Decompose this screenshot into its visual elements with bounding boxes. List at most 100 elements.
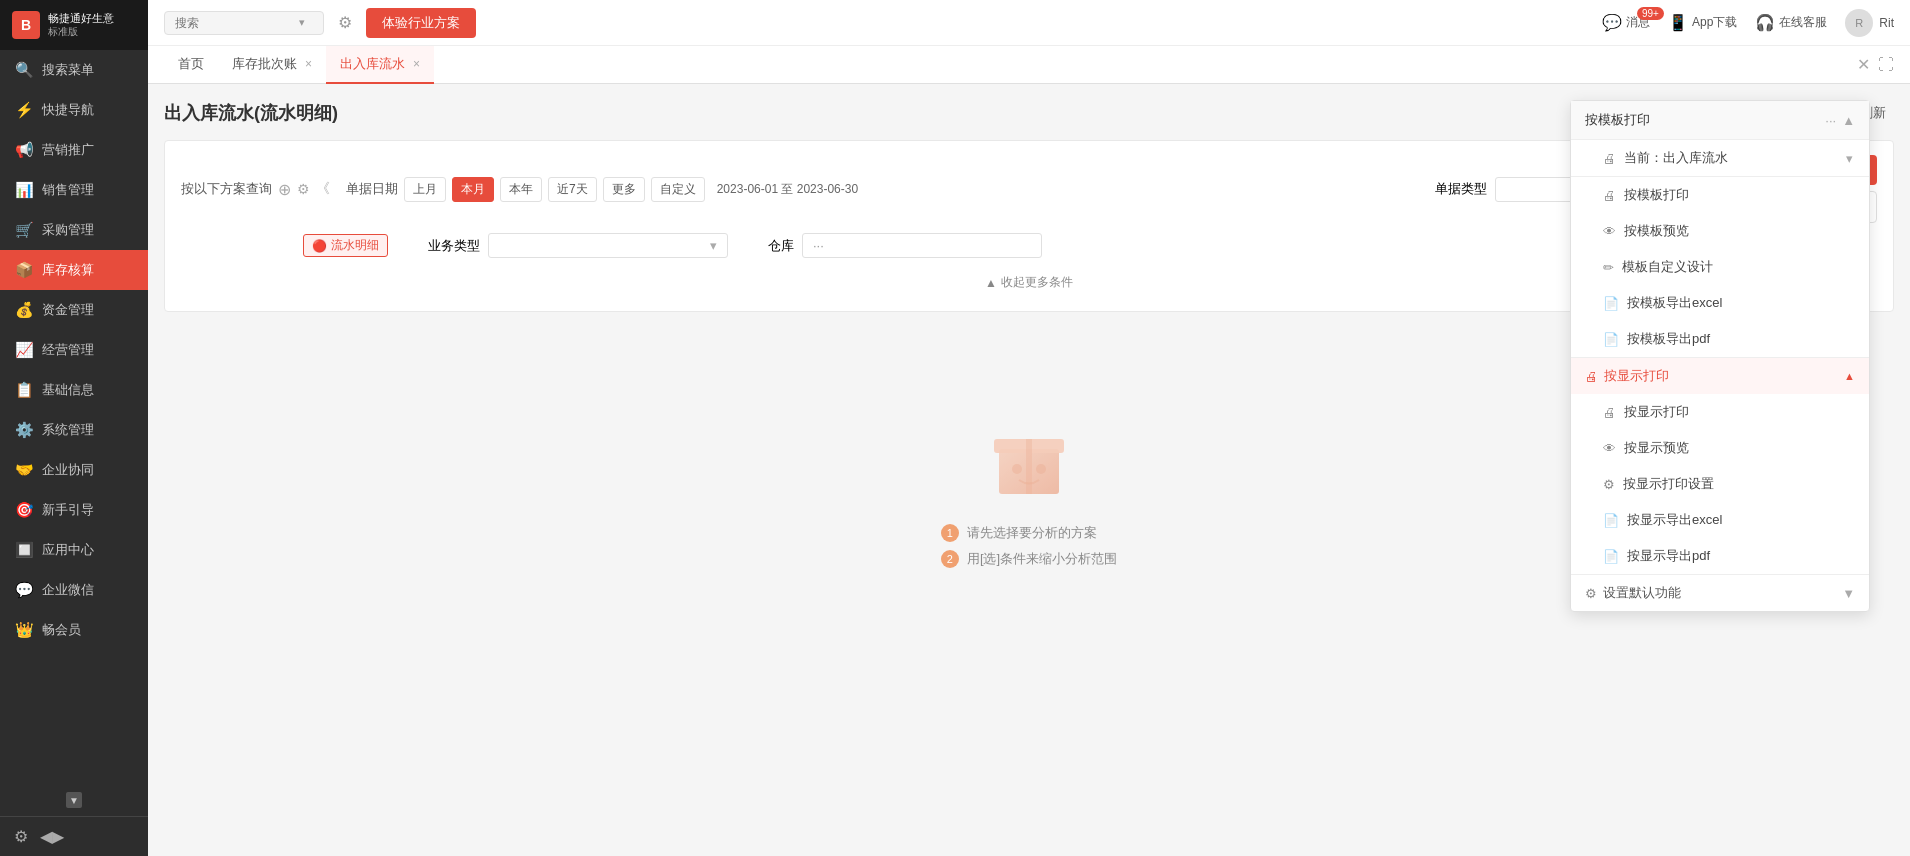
dropdown-item-export-excel-template[interactable]: 📄 按模板导出excel xyxy=(1571,285,1869,321)
step-2-num: 2 xyxy=(941,550,959,568)
tab-batch-account-label: 库存批次账 xyxy=(232,55,297,73)
current-expand-icon: ▾ xyxy=(1846,151,1853,166)
sidebar-item-marketing[interactable]: 📢 营销推广 xyxy=(0,130,148,170)
dropdown-current-item[interactable]: 🖨 当前：出入库流水 ▾ xyxy=(1571,140,1869,176)
topbar-search-wrap[interactable]: ▾ xyxy=(164,11,324,35)
print-template-item-label: 按模板打印 xyxy=(1624,186,1689,204)
sidebar-item-label-wechat: 企业微信 xyxy=(42,581,94,599)
sidebar-bottom: ⚙ ◀▶ xyxy=(0,816,148,856)
sidebar-toggle-icon[interactable]: ◀▶ xyxy=(40,827,64,846)
tab-home-label: 首页 xyxy=(178,55,204,73)
date-btn-last-7[interactable]: 近7天 xyxy=(548,177,597,202)
settings-icon[interactable]: ⚙ xyxy=(14,827,28,846)
filter-collapse-icon[interactable]: 《 xyxy=(316,180,330,198)
template-items-section: 🖨 按模板打印 👁 按模板预览 ✏ 模板自定义设计 📄 按模板导出excel 📄… xyxy=(1571,176,1869,357)
sidebar-item-quick-nav[interactable]: ⚡ 快捷导航 xyxy=(0,90,148,130)
tab-inout-flow[interactable]: 出入库流水 × xyxy=(326,46,434,84)
dropdown-item-print-display[interactable]: 🖨 按显示打印 xyxy=(1571,394,1869,430)
export-pdf-template-label: 按模板导出pdf xyxy=(1627,330,1710,348)
sidebar-scroll: 🔍 搜索菜单 ⚡ 快捷导航 📢 营销推广 📊 销售管理 🛒 采购管理 📦 库存核… xyxy=(0,50,148,788)
dropdown-title: 按模板打印 xyxy=(1585,111,1650,129)
online-service-btn[interactable]: 🎧 在线客服 xyxy=(1755,13,1827,32)
tab-batch-account[interactable]: 库存批次账 × xyxy=(218,46,326,84)
dropdown-item-print-settings-display[interactable]: ⚙ 按显示打印设置 xyxy=(1571,466,1869,502)
dropdown-more-icon[interactable]: ··· xyxy=(1825,113,1836,128)
industry-btn[interactable]: 体验行业方案 xyxy=(366,8,476,38)
sidebar-item-finance[interactable]: 💰 资金管理 xyxy=(0,290,148,330)
tab-home[interactable]: 首页 xyxy=(164,46,218,84)
sidebar-item-label-inventory: 库存核算 xyxy=(42,261,94,279)
close-window-icon[interactable]: ✕ xyxy=(1857,55,1870,74)
display-section-header[interactable]: 🖨 按显示打印 ▲ xyxy=(1571,358,1869,394)
date-btn-last-month[interactable]: 上月 xyxy=(404,177,446,202)
dropdown-item-print-template[interactable]: 🖨 按模板打印 xyxy=(1571,177,1869,213)
filter-add-icon[interactable]: ⊕ xyxy=(278,180,291,199)
search-menu-icon: 🔍 xyxy=(14,60,34,80)
dropdown-collapse-icon[interactable]: ▲ xyxy=(1842,113,1855,128)
flow-detail-tag[interactable]: 🔴 流水明细 xyxy=(303,234,388,257)
tabs-bar: 首页 库存批次账 × 出入库流水 × ✕ ⛶ xyxy=(148,46,1910,84)
print-settings-display-label: 按显示打印设置 xyxy=(1623,475,1714,493)
footer-label-wrap: ⚙ 设置默认功能 xyxy=(1585,584,1681,602)
tab-batch-account-close[interactable]: × xyxy=(305,57,312,71)
topbar-gear-icon[interactable]: ⚙ xyxy=(338,13,352,32)
sidebar-item-system[interactable]: ⚙️ 系统管理 xyxy=(0,410,148,450)
biz-type-label: 业务类型 xyxy=(428,237,480,255)
wechat-icon: 💬 xyxy=(14,580,34,600)
app-center-icon: 🔲 xyxy=(14,540,34,560)
search-chevron-icon[interactable]: ▾ xyxy=(299,16,305,29)
sidebar-item-label-system: 系统管理 xyxy=(42,421,94,439)
date-btn-custom[interactable]: 自定义 xyxy=(651,177,705,202)
logo-text: 畅捷通好生意 xyxy=(48,11,114,25)
date-btn-more[interactable]: 更多 xyxy=(603,177,645,202)
sidebar-item-basic-info[interactable]: 📋 基础信息 xyxy=(0,370,148,410)
dropdown-item-preview-display[interactable]: 👁 按显示预览 xyxy=(1571,430,1869,466)
preview-template-icon: 👁 xyxy=(1603,224,1616,239)
sidebar-item-sales[interactable]: 📊 销售管理 xyxy=(0,170,148,210)
export-pdf-display-icon: 📄 xyxy=(1603,549,1619,564)
sidebar-item-operation[interactable]: 📈 经营管理 xyxy=(0,330,148,370)
sidebar-item-app-center[interactable]: 🔲 应用中心 xyxy=(0,530,148,570)
phone-icon: 📱 xyxy=(1668,13,1688,32)
search-input[interactable] xyxy=(175,16,295,30)
warehouse-section: 仓库 ··· xyxy=(768,233,1042,258)
export-pdf-display-label: 按显示导出pdf xyxy=(1627,547,1710,565)
sidebar-item-label-app-center: 应用中心 xyxy=(42,541,94,559)
sidebar-item-wechat[interactable]: 💬 企业微信 xyxy=(0,570,148,610)
preview-template-item-label: 按模板预览 xyxy=(1624,222,1689,240)
dropdown-item-export-pdf-display[interactable]: 📄 按显示导出pdf xyxy=(1571,538,1869,574)
sidebar-item-guide[interactable]: 🎯 新手引导 xyxy=(0,490,148,530)
sidebar-item-search-menu[interactable]: 🔍 搜索菜单 xyxy=(0,50,148,90)
date-label: 单据日期 xyxy=(346,180,398,198)
dropdown-item-export-pdf-template[interactable]: 📄 按模板导出pdf xyxy=(1571,321,1869,357)
dropdown-item-preview-template[interactable]: 👁 按模板预览 xyxy=(1571,213,1869,249)
warehouse-select[interactable]: ··· xyxy=(802,233,1042,258)
date-btn-this-year[interactable]: 本年 xyxy=(500,177,542,202)
sidebar-item-enterprise[interactable]: 🤝 企业协同 xyxy=(0,450,148,490)
dropdown-footer[interactable]: ⚙ 设置默认功能 ▼ xyxy=(1571,574,1869,611)
dropdown-item-custom-template[interactable]: ✏ 模板自定义设计 xyxy=(1571,249,1869,285)
maximize-icon[interactable]: ⛶ xyxy=(1878,56,1894,74)
tab-inout-flow-close[interactable]: × xyxy=(413,57,420,71)
avatar-text: R xyxy=(1855,17,1863,29)
logo-icon: B xyxy=(12,11,40,39)
date-btn-this-month[interactable]: 本月 xyxy=(452,177,494,202)
biz-type-select[interactable]: ▾ xyxy=(488,233,728,258)
app-download-btn[interactable]: 📱 App下载 xyxy=(1668,13,1737,32)
sidebar-scroll-down[interactable]: ▼ xyxy=(66,792,82,808)
custom-template-item-label: 模板自定义设计 xyxy=(1622,258,1713,276)
messages-btn[interactable]: 💬 消息 99+ xyxy=(1602,13,1650,32)
export-pdf-template-icon: 📄 xyxy=(1603,332,1619,347)
filter-settings-icon[interactable]: ⚙ xyxy=(297,181,310,197)
current-doc-icon: 🖨 xyxy=(1603,151,1616,166)
dropdown-item-export-excel-display[interactable]: 📄 按显示导出excel xyxy=(1571,502,1869,538)
logo-sub: 标准版 xyxy=(48,25,114,39)
display-section-label: 按显示打印 xyxy=(1604,367,1669,385)
sidebar-item-inventory[interactable]: 📦 库存核算 xyxy=(0,250,148,290)
sidebar-item-label-guide: 新手引导 xyxy=(42,501,94,519)
warehouse-label: 仓库 xyxy=(768,237,794,255)
sidebar-item-vip[interactable]: 👑 畅会员 xyxy=(0,610,148,650)
sidebar-item-purchase[interactable]: 🛒 采购管理 xyxy=(0,210,148,250)
user-profile-btn[interactable]: R Rit xyxy=(1845,9,1894,37)
preview-display-icon: 👁 xyxy=(1603,441,1616,456)
